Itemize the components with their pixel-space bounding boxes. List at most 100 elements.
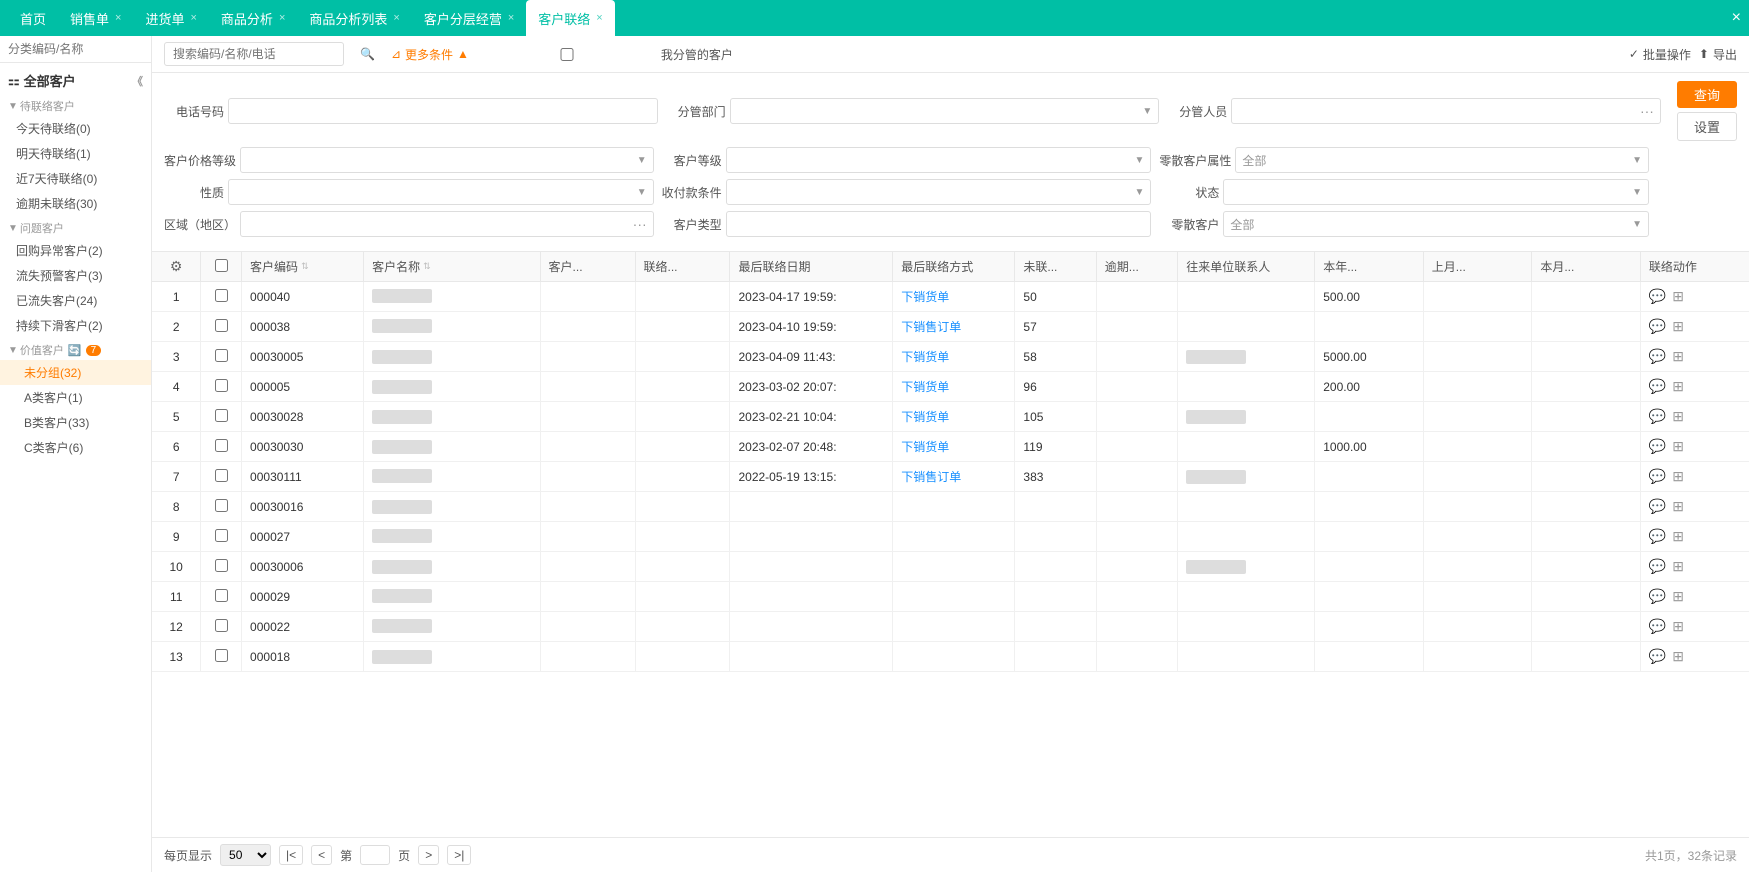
grid-icon[interactable]: ⊞ — [1672, 318, 1684, 335]
first-page-button[interactable]: |< — [279, 845, 303, 865]
cell-check[interactable] — [201, 552, 242, 582]
cell-check[interactable] — [201, 282, 242, 312]
dept-input[interactable]: ▼ — [730, 98, 1160, 124]
close-tab-customer-segment[interactable]: × — [508, 12, 514, 24]
tab-customer-contact[interactable]: 客户联络 × — [526, 0, 614, 36]
cust-type-input[interactable] — [726, 211, 1152, 237]
tab-sales[interactable]: 销售单 × — [58, 0, 133, 36]
price-level-input[interactable]: ▼ — [240, 147, 654, 173]
contact-way-link[interactable]: 下销货单 — [901, 350, 949, 364]
batch-op-button[interactable]: ✓ 批量操作 — [1629, 46, 1691, 63]
sidebar-item-declining[interactable]: 持续下滑客户(2) — [0, 313, 151, 338]
cell-check[interactable] — [201, 402, 242, 432]
grid-icon[interactable]: ⊞ — [1672, 468, 1684, 485]
cell-last-way[interactable]: 下销货单 — [893, 282, 1015, 312]
nature-input[interactable]: ▼ — [228, 179, 654, 205]
close-all-icon[interactable]: × — [1732, 9, 1741, 27]
tab-product-analysis[interactable]: 商品分析 × — [209, 0, 297, 36]
cell-check[interactable] — [201, 432, 242, 462]
row-checkbox[interactable] — [215, 289, 228, 302]
sidebar-item-a-class[interactable]: A类客户(1) — [0, 385, 151, 410]
person-input[interactable]: ··· — [1231, 98, 1661, 124]
attr-input[interactable]: 全部 ▼ — [1235, 147, 1649, 173]
row-checkbox[interactable] — [215, 349, 228, 362]
my-customers-check[interactable] — [477, 48, 657, 61]
cell-check[interactable] — [201, 312, 242, 342]
cell-last-way[interactable]: 下销货单 — [893, 372, 1015, 402]
cust-level-input[interactable]: ▼ — [726, 147, 1152, 173]
grid-icon[interactable]: ⊞ — [1672, 558, 1684, 575]
grid-icon[interactable]: ⊞ — [1672, 438, 1684, 455]
row-checkbox[interactable] — [215, 529, 228, 542]
contact-way-link[interactable]: 下销售订单 — [901, 320, 961, 334]
next-page-button[interactable]: > — [418, 845, 439, 865]
cell-last-way[interactable] — [893, 582, 1015, 612]
sidebar-item-tomorrow-contact[interactable]: 明天待联络(1) — [0, 141, 151, 166]
cell-last-way[interactable]: 下销售订单 — [893, 462, 1015, 492]
close-tab-customer-contact[interactable]: × — [596, 12, 602, 24]
grid-icon[interactable]: ⊞ — [1672, 588, 1684, 605]
tab-product-analysis-list[interactable]: 商品分析列表 × — [297, 0, 411, 36]
grid-icon[interactable]: ⊞ — [1672, 408, 1684, 425]
chat-icon[interactable]: 💬 — [1649, 378, 1666, 395]
cell-last-way[interactable] — [893, 522, 1015, 552]
category-search-input[interactable] — [8, 42, 152, 56]
cell-check[interactable] — [201, 492, 242, 522]
th-settings[interactable]: ⚙ — [152, 252, 201, 282]
chat-icon[interactable]: 💬 — [1649, 618, 1666, 635]
cell-check[interactable] — [201, 642, 242, 672]
chat-icon[interactable]: 💬 — [1649, 648, 1666, 665]
export-button[interactable]: ⬆ 导出 — [1699, 46, 1737, 63]
grid-icon[interactable]: ⊞ — [1672, 528, 1684, 545]
phone-input[interactable] — [228, 98, 658, 124]
cell-last-way[interactable]: 下销货单 — [893, 432, 1015, 462]
sidebar-item-today-contact[interactable]: 今天待联络(0) — [0, 116, 151, 141]
sort-icon-name[interactable]: ⇅ — [423, 261, 431, 272]
row-checkbox[interactable] — [215, 649, 228, 662]
chat-icon[interactable]: 💬 — [1649, 468, 1666, 485]
cell-last-way[interactable] — [893, 492, 1015, 522]
sidebar-item-abnormal[interactable]: 回购异常客户(2) — [0, 238, 151, 263]
row-checkbox[interactable] — [215, 619, 228, 632]
collapse-icon[interactable]: 《 — [132, 73, 143, 89]
search-input[interactable] — [164, 42, 344, 66]
all-customers-header[interactable]: ⚏ 全部客户 《 — [0, 63, 151, 94]
cell-last-way[interactable]: 下销售订单 — [893, 312, 1015, 342]
chat-icon[interactable]: 💬 — [1649, 588, 1666, 605]
select-all-checkbox[interactable] — [215, 259, 228, 272]
cell-last-way[interactable]: 下销货单 — [893, 342, 1015, 372]
reset-button[interactable]: 设置 — [1677, 112, 1737, 141]
home-tab[interactable]: 首页 — [8, 9, 58, 28]
sidebar-item-lost[interactable]: 已流失客户(24) — [0, 288, 151, 313]
sidebar-item-lost-warning[interactable]: 流失预警客户(3) — [0, 263, 151, 288]
row-checkbox[interactable] — [215, 319, 228, 332]
page-size-select[interactable]: 50 100 200 — [220, 844, 271, 866]
cell-check[interactable] — [201, 522, 242, 552]
page-number-input[interactable]: 1 — [360, 845, 390, 865]
row-checkbox[interactable] — [215, 559, 228, 572]
status-input[interactable]: ▼ — [1223, 179, 1649, 205]
last-page-button[interactable]: >| — [447, 845, 471, 865]
my-customers-checkbox[interactable]: 我分管的客户 — [477, 46, 733, 63]
cell-check[interactable] — [201, 612, 242, 642]
grid-icon[interactable]: ⊞ — [1672, 618, 1684, 635]
cell-last-way[interactable]: 下销货单 — [893, 402, 1015, 432]
chat-icon[interactable]: 💬 — [1649, 348, 1666, 365]
row-checkbox[interactable] — [215, 409, 228, 422]
chat-icon[interactable]: 💬 — [1649, 528, 1666, 545]
close-tab-sales[interactable]: × — [115, 12, 121, 24]
close-tab-product-analysis[interactable]: × — [279, 12, 285, 24]
close-tab-product-analysis-list[interactable]: × — [393, 12, 399, 24]
row-checkbox[interactable] — [215, 469, 228, 482]
close-tab-purchase[interactable]: × — [190, 12, 196, 24]
contact-way-link[interactable]: 下销货单 — [901, 380, 949, 394]
sidebar-item-b-class[interactable]: B类客户(33) — [0, 410, 151, 435]
grid-icon[interactable]: ⊞ — [1672, 288, 1684, 305]
cell-check[interactable] — [201, 462, 242, 492]
row-checkbox[interactable] — [215, 589, 228, 602]
th-check[interactable] — [201, 252, 242, 282]
prev-page-button[interactable]: < — [311, 845, 332, 865]
contact-way-link[interactable]: 下销货单 — [901, 410, 949, 424]
contact-way-link[interactable]: 下销货单 — [901, 440, 949, 454]
cell-last-way[interactable] — [893, 642, 1015, 672]
